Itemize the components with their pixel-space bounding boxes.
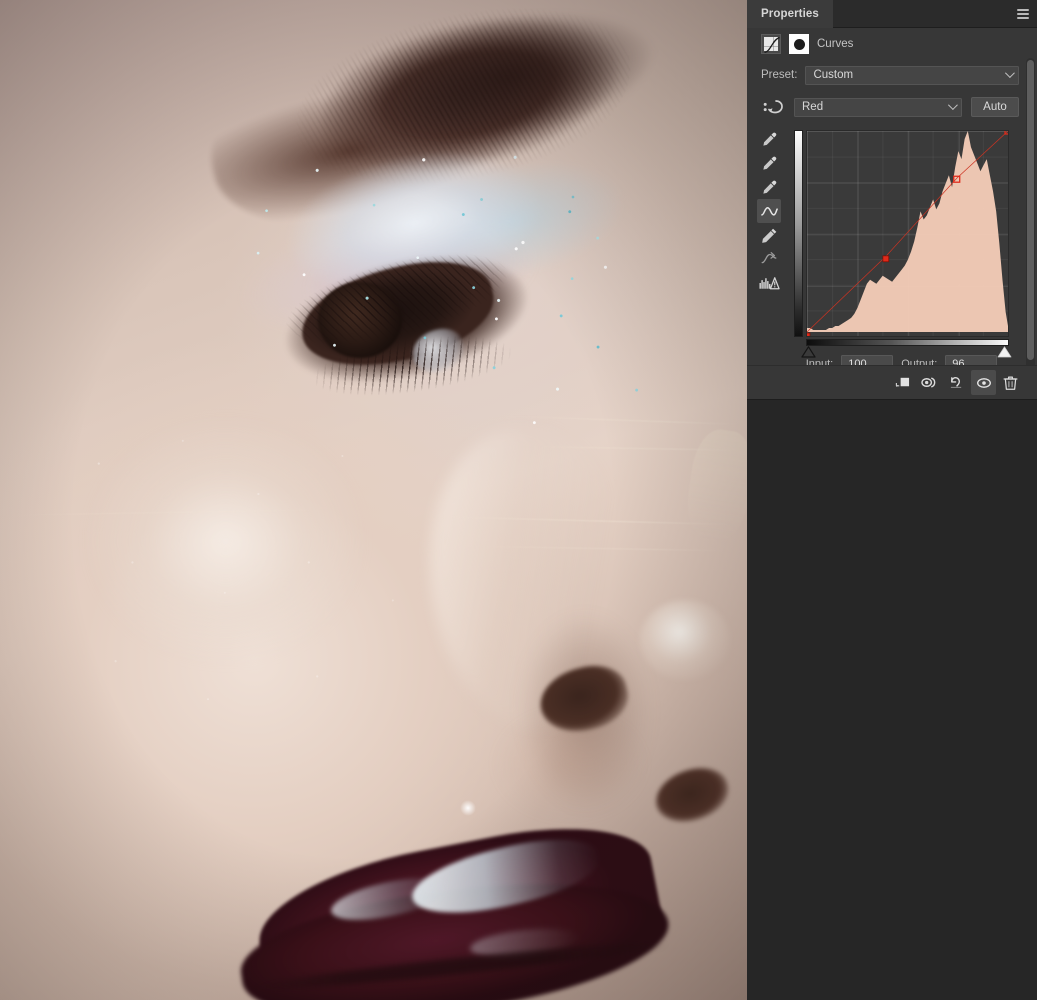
panel-scrollbar-thumb[interactable] <box>1027 60 1034 360</box>
curve-plot-container: Input: 100 Output: 96 <box>794 127 1009 342</box>
input-gradient-ramp <box>806 339 1009 346</box>
on-image-adjustment-icon[interactable] <box>761 97 785 117</box>
hamburger-menu-icon[interactable] <box>1015 7 1031 21</box>
tab-properties[interactable]: Properties <box>747 0 833 28</box>
channel-select[interactable]: Red <box>794 98 962 117</box>
preset-value: Custom <box>813 69 853 81</box>
delete-adjustment-layer-button[interactable] <box>998 370 1023 395</box>
panel-scrollbar[interactable] <box>1026 58 1035 388</box>
portrait-photograph <box>0 0 747 1000</box>
edit-points-to-modify-curve-icon[interactable] <box>757 199 781 223</box>
curve-graph-area: Input: 100 Output: 96 <box>747 127 1037 352</box>
curves-adjustment-icon <box>761 34 781 54</box>
chevron-down-icon <box>948 100 958 110</box>
panel-content: Curves Preset: Custom <box>747 28 1037 393</box>
preset-label: Preset: <box>761 69 797 81</box>
sample-in-image-to-set-black-point-icon[interactable] <box>757 127 781 151</box>
channel-row: Red Auto <box>747 93 1037 121</box>
curve-plot[interactable] <box>806 130 1009 337</box>
adjustment-title: Curves <box>817 38 853 50</box>
auto-button-label: Auto <box>983 101 1007 113</box>
preset-row: Preset: Custom <box>747 62 1037 88</box>
panel-empty-area <box>747 399 1037 1000</box>
image-canvas[interactable] <box>0 0 747 1000</box>
draw-to-modify-curve-pencil-icon[interactable] <box>757 223 781 247</box>
panel-footer-toolbar <box>747 365 1037 399</box>
adjustment-header: Curves <box>747 28 1037 60</box>
photo-vignette <box>0 0 747 1000</box>
tab-properties-label: Properties <box>761 8 819 20</box>
panel-tab-bar: Properties <box>747 0 1037 28</box>
sample-in-image-to-set-gray-point-icon[interactable] <box>757 151 781 175</box>
curve-control-points[interactable] <box>807 131 1008 336</box>
histogram-clipping-warning-icon[interactable] <box>757 271 781 295</box>
chevron-down-icon <box>1005 68 1015 78</box>
view-previous-state-button[interactable] <box>917 370 942 395</box>
channel-value: Red <box>802 101 823 113</box>
clip-to-layer-button[interactable] <box>890 370 915 395</box>
preset-select[interactable]: Custom <box>805 66 1019 85</box>
properties-panel: Properties Curves Preset: <box>747 0 1037 1000</box>
toggle-layer-visibility-button[interactable] <box>971 370 996 395</box>
layer-mask-thumbnail-icon[interactable] <box>789 34 809 54</box>
smooth-curve-values-icon[interactable] <box>757 247 781 271</box>
output-gradient-ramp <box>794 130 803 337</box>
auto-button[interactable]: Auto <box>971 97 1019 117</box>
reset-to-default-button[interactable] <box>944 370 969 395</box>
sample-in-image-to-set-white-point-icon[interactable] <box>757 175 781 199</box>
curve-tools-column <box>756 127 782 295</box>
photoshop-window: Properties Curves Preset: <box>0 0 1037 1000</box>
